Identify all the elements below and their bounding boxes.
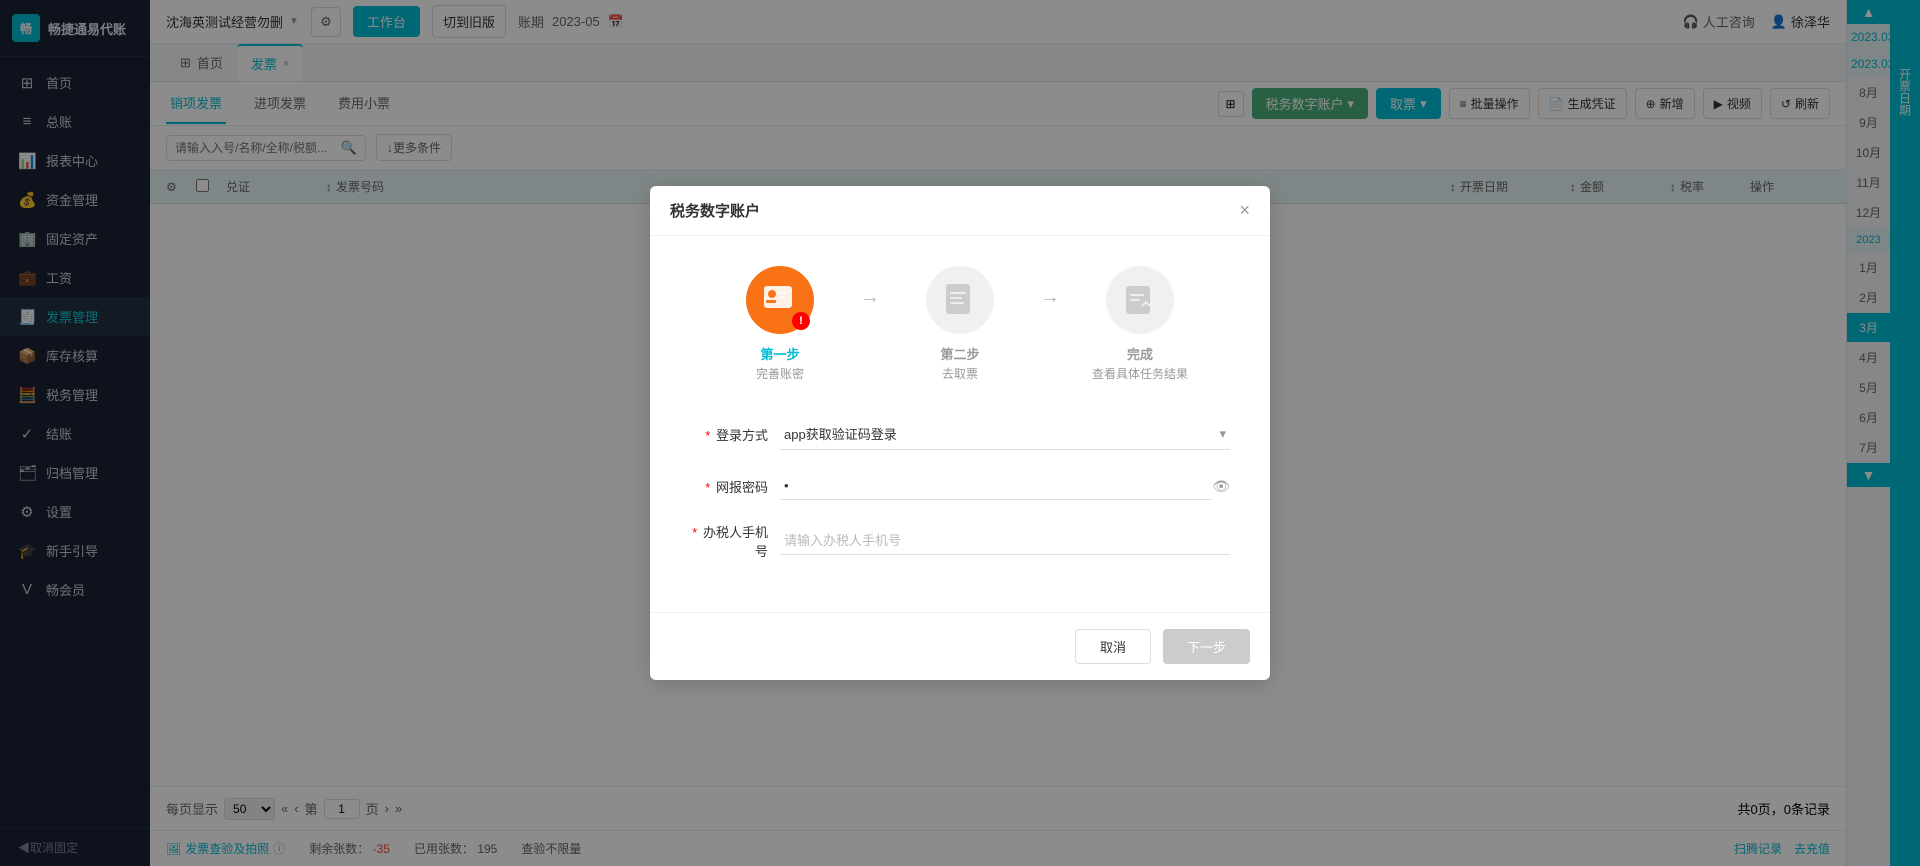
step-1: ! 第一步 完善账密	[710, 266, 850, 382]
step-arrow-1: →	[850, 266, 890, 309]
step-2-label: 第二步	[940, 344, 979, 363]
step-1-icon-wrap: !	[746, 266, 814, 334]
step-1-label: 第一步	[760, 344, 799, 363]
tax-digital-modal: 税务数字账户 ×	[650, 186, 1270, 680]
password-input[interactable]	[780, 472, 1212, 500]
steps-row: ! 第一步 完善账密 →	[690, 266, 1230, 382]
step-2-icon	[926, 266, 994, 334]
taxpayer-phone-row: * 办税人手机号	[690, 522, 1230, 560]
modal-overlay: 税务数字账户 ×	[0, 0, 1920, 866]
step-3-icon	[1106, 266, 1174, 334]
modal-footer: 取消 下一步	[650, 612, 1270, 680]
step-3-desc: 查看具体任务结果	[1092, 365, 1188, 382]
step-3: 完成 查看具体任务结果	[1070, 266, 1210, 382]
modal-title: 税务数字账户	[670, 200, 760, 221]
login-method-select[interactable]: app获取验证码登录 ▾	[780, 418, 1230, 450]
modal-header: 税务数字账户 ×	[650, 186, 1270, 236]
modal-close-button[interactable]: ×	[1239, 200, 1250, 221]
step-1-desc: 完善账密	[756, 365, 804, 382]
password-row: * 网报密码 👁	[690, 472, 1230, 500]
next-button[interactable]: 下一步	[1163, 629, 1250, 664]
taxpayer-phone-label: * 办税人手机号	[690, 522, 780, 560]
login-method-label: * 登录方式	[690, 425, 780, 444]
login-method-row: * 登录方式 app获取验证码登录 ▾	[690, 418, 1230, 450]
taxpayer-phone-input[interactable]	[780, 527, 1230, 555]
step-1-error-badge: !	[792, 312, 810, 330]
modal-body: ! 第一步 完善账密 →	[650, 236, 1270, 612]
step-2-desc: 去取票	[942, 365, 978, 382]
select-dropdown-icon: ▾	[1219, 426, 1226, 442]
cancel-button[interactable]: 取消	[1075, 629, 1151, 664]
password-label: * 网报密码	[690, 477, 780, 496]
step-2: 第二步 去取票	[890, 266, 1030, 382]
password-toggle-icon[interactable]: 👁	[1212, 478, 1230, 495]
step-3-label: 完成	[1127, 344, 1153, 363]
step-3-icon-wrap	[1106, 266, 1174, 334]
step-2-icon-wrap	[926, 266, 994, 334]
step-arrow-2: →	[1030, 266, 1070, 309]
